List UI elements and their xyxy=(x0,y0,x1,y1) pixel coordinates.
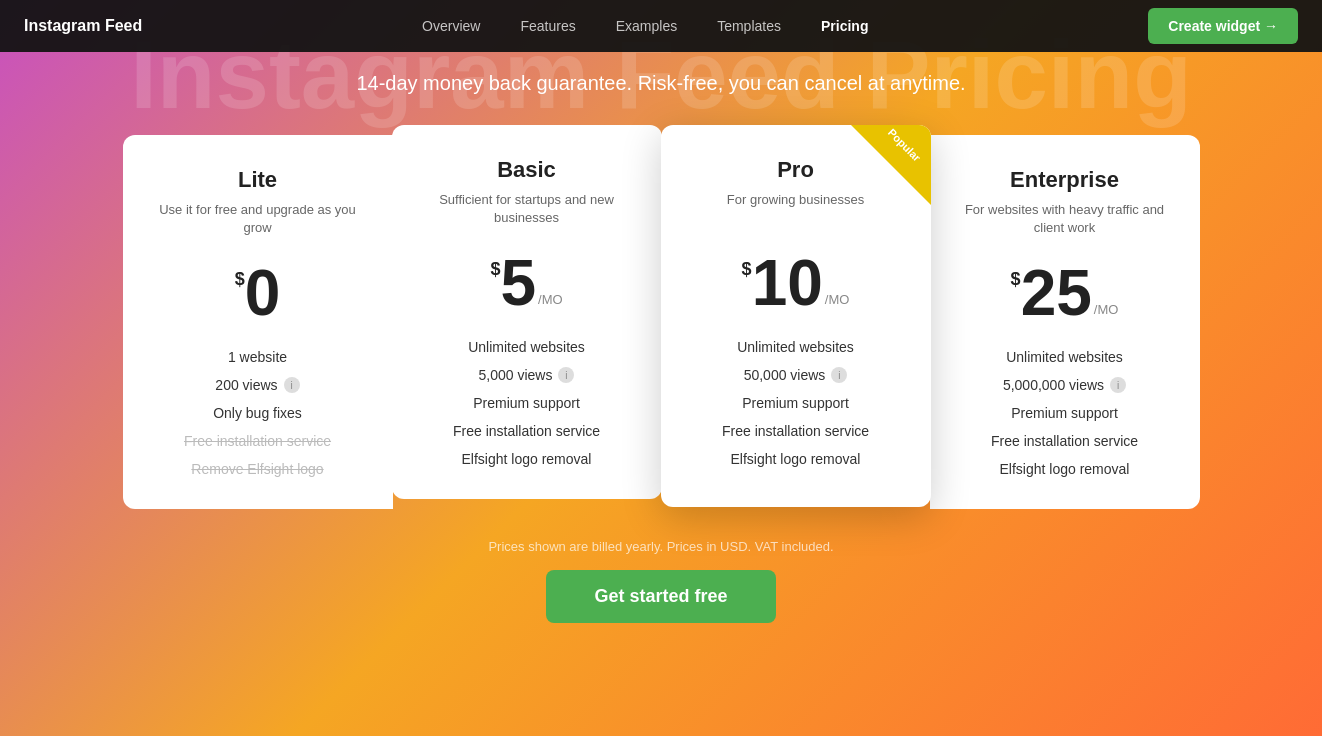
plan-name-lite: Lite xyxy=(151,167,365,193)
plan-desc-lite: Use it for free and upgrade as you grow xyxy=(151,201,365,241)
info-icon-enterprise-views[interactable]: i xyxy=(1110,377,1126,393)
logo: Instagram Feed xyxy=(24,17,142,35)
feature-lite-0: 1 website xyxy=(151,349,365,365)
price-row-basic: $ 5 /MO xyxy=(420,251,634,315)
feature-enterprise-1: 5,000,000 views i xyxy=(958,377,1172,393)
price-currency-lite: $ xyxy=(235,269,245,290)
price-amount-lite: 0 xyxy=(245,261,281,325)
main-content: Instagram Feed Pricing 14-day money back… xyxy=(0,0,1322,736)
plan-name-basic: Basic xyxy=(420,157,634,183)
info-icon-pro-views[interactable]: i xyxy=(831,367,847,383)
feature-basic-2: Premium support xyxy=(420,395,634,411)
feature-enterprise-4: Elfsight logo removal xyxy=(958,461,1172,477)
nav-features[interactable]: Features xyxy=(500,10,595,42)
plan-name-enterprise: Enterprise xyxy=(958,167,1172,193)
feature-basic-1: 5,000 views i xyxy=(420,367,634,383)
info-icon-lite-views[interactable]: i xyxy=(284,377,300,393)
footer-section: Prices shown are billed yearly. Prices i… xyxy=(0,519,1322,633)
pricing-cards-container: Lite Use it for free and upgrade as you … xyxy=(0,125,1322,519)
feature-lite-1: 200 views i xyxy=(151,377,365,393)
price-period-pro: /MO xyxy=(825,292,850,307)
feature-lite-4: Remove Elfsight logo xyxy=(151,461,365,477)
feature-pro-1: 50,000 views i xyxy=(689,367,903,383)
header: Instagram Feed Overview Features Example… xyxy=(0,0,1322,52)
info-icon-basic-views[interactable]: i xyxy=(558,367,574,383)
nav-overview[interactable]: Overview xyxy=(402,10,500,42)
price-period-enterprise: /MO xyxy=(1094,302,1119,317)
price-currency-basic: $ xyxy=(490,259,500,280)
feature-lite-2: Only bug fixes xyxy=(151,405,365,421)
popular-badge-text: Popular xyxy=(885,126,922,163)
feature-basic-4: Elfsight logo removal xyxy=(420,451,634,467)
popular-badge: Popular xyxy=(851,125,931,205)
feature-pro-4: Elfsight logo removal xyxy=(689,451,903,467)
price-row-enterprise: $ 25 /MO xyxy=(958,261,1172,325)
feature-basic-0: Unlimited websites xyxy=(420,339,634,355)
feature-pro-3: Free installation service xyxy=(689,423,903,439)
feature-list-lite: 1 website 200 views i Only bug fixes Fre… xyxy=(151,349,365,477)
plan-desc-basic: Sufficient for startups and new business… xyxy=(420,191,634,231)
feature-list-pro: Unlimited websites 50,000 views i Premiu… xyxy=(689,339,903,467)
feature-list-basic: Unlimited websites 5,000 views i Premium… xyxy=(420,339,634,467)
feature-pro-2: Premium support xyxy=(689,395,903,411)
price-row-pro: $ 10 /MO xyxy=(689,251,903,315)
plan-card-lite: Lite Use it for free and upgrade as you … xyxy=(123,135,393,509)
feature-lite-3: Free installation service xyxy=(151,433,365,449)
nav-pricing[interactable]: Pricing xyxy=(801,10,888,42)
plan-card-enterprise: Enterprise For websites with heavy traff… xyxy=(930,135,1200,509)
get-started-button[interactable]: Get started free xyxy=(546,570,775,623)
feature-enterprise-0: Unlimited websites xyxy=(958,349,1172,365)
plan-desc-enterprise: For websites with heavy traffic and clie… xyxy=(958,201,1172,241)
create-widget-button[interactable]: Create widget → xyxy=(1148,8,1298,44)
price-row-lite: $ 0 xyxy=(151,261,365,325)
price-amount-enterprise: 25 xyxy=(1021,261,1092,325)
price-period-basic: /MO xyxy=(538,292,563,307)
main-nav: Overview Features Examples Templates Pri… xyxy=(402,10,888,42)
price-currency-enterprise: $ xyxy=(1011,269,1021,290)
feature-enterprise-3: Free installation service xyxy=(958,433,1172,449)
plan-card-basic: Basic Sufficient for startups and new bu… xyxy=(392,125,662,499)
plan-card-pro: Popular Pro For growing businesses $ 10 … xyxy=(661,125,931,507)
price-amount-pro: 10 xyxy=(752,251,823,315)
feature-list-enterprise: Unlimited websites 5,000,000 views i Pre… xyxy=(958,349,1172,477)
price-amount-basic: 5 xyxy=(500,251,536,315)
price-currency-pro: $ xyxy=(742,259,752,280)
feature-enterprise-2: Premium support xyxy=(958,405,1172,421)
feature-basic-3: Free installation service xyxy=(420,423,634,439)
nav-examples[interactable]: Examples xyxy=(596,10,697,42)
billed-note: Prices shown are billed yearly. Prices i… xyxy=(0,539,1322,554)
nav-templates[interactable]: Templates xyxy=(697,10,801,42)
guarantee-text: 14-day money back guarantee. Risk-free, … xyxy=(0,52,1322,125)
feature-pro-0: Unlimited websites xyxy=(689,339,903,355)
